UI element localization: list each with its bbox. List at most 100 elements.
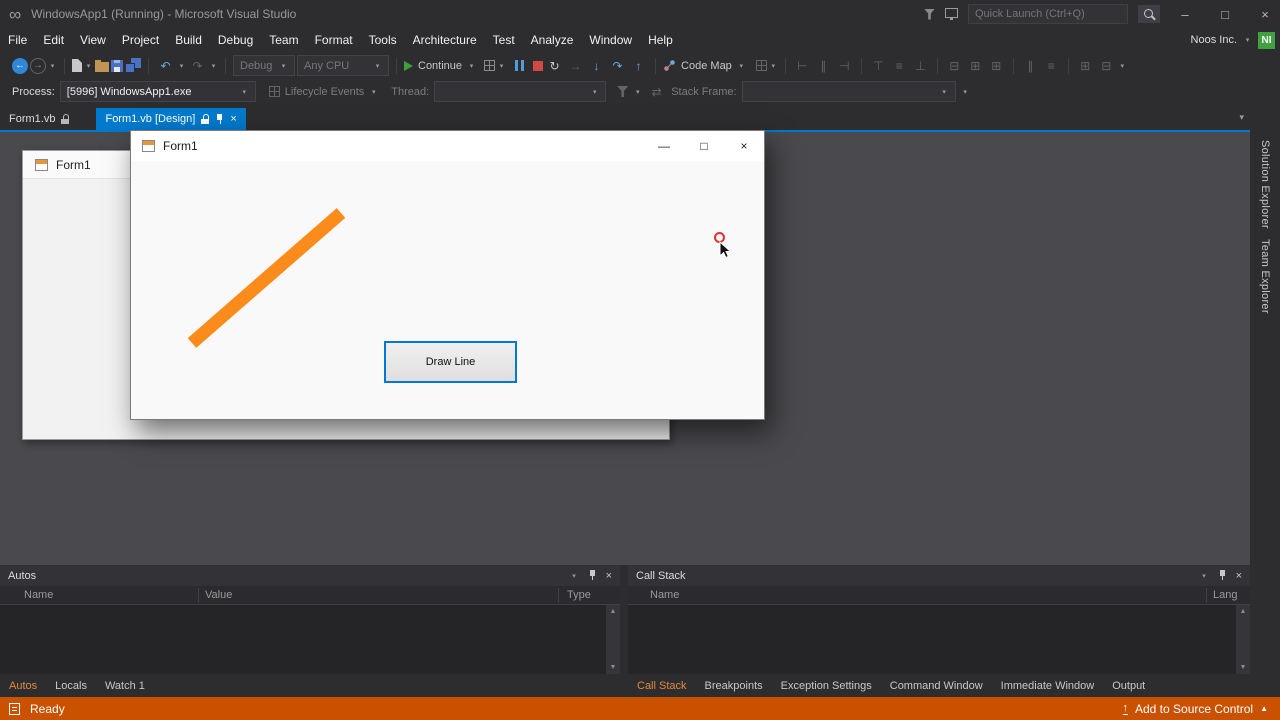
tab-breakpoints[interactable]: Breakpoints xyxy=(696,680,772,692)
diagnostics-chevron-down-icon[interactable]: ▾ xyxy=(497,62,506,70)
send-feedback-icon[interactable] xyxy=(945,8,958,20)
same-height-icon[interactable]: ⊞ xyxy=(966,60,985,72)
align-centers-icon[interactable]: ∥ xyxy=(814,60,833,72)
scroll-up-icon[interactable]: ▲ xyxy=(610,605,617,618)
live-visual-tree-icon[interactable] xyxy=(755,60,767,71)
close-button[interactable]: × xyxy=(1250,0,1280,28)
pin-icon[interactable] xyxy=(1218,570,1227,581)
restart-button[interactable]: ↻ xyxy=(545,60,564,72)
toggle-flagged-threads-icon[interactable]: ⇄ xyxy=(647,86,666,98)
minimize-button[interactable]: – xyxy=(1170,0,1200,28)
diagnostics-icon[interactable] xyxy=(484,60,496,71)
tab-form1-vb[interactable]: Form1.vb xyxy=(0,108,78,130)
navigate-back-button[interactable]: ← xyxy=(12,57,28,74)
lifecycle-events-button[interactable]: Lifecycle Events xyxy=(285,86,364,98)
solution-configuration-dropdown[interactable]: Debug ▾ xyxy=(233,55,295,76)
column-name[interactable]: Name xyxy=(650,589,679,601)
debugbar-overflow-chevron-icon[interactable]: ▾ xyxy=(961,88,970,96)
tab-form1-vb-design[interactable]: Form1.vb [Design] × xyxy=(96,108,246,130)
quick-launch-input[interactable] xyxy=(969,8,1127,20)
menu-window[interactable]: Window xyxy=(581,28,640,52)
menu-format[interactable]: Format xyxy=(307,28,361,52)
tab-locals[interactable]: Locals xyxy=(46,680,96,692)
menu-edit[interactable]: Edit xyxy=(35,28,72,52)
window-position-chevron-icon[interactable]: ▾ xyxy=(570,572,579,580)
quick-launch-search-button[interactable] xyxy=(1138,5,1160,23)
sidebar-tab-solution-explorer[interactable]: Solution Explorer xyxy=(1259,140,1271,229)
step-out-button[interactable]: ↑ xyxy=(629,60,648,72)
same-size-icon[interactable]: ⊞ xyxy=(987,60,1006,72)
column-name[interactable]: Name xyxy=(24,589,53,601)
column-type[interactable]: Type xyxy=(567,589,591,601)
autos-panel-header[interactable]: Autos ▾ × xyxy=(0,565,620,586)
restore-button[interactable]: □ xyxy=(1210,0,1240,28)
tab-exception-settings[interactable]: Exception Settings xyxy=(772,680,881,692)
code-map-button[interactable]: Code Map xyxy=(681,60,732,72)
undo-icon[interactable]: ↶ xyxy=(156,60,175,72)
navigate-forward-button[interactable]: → xyxy=(30,57,46,74)
call-stack-panel-header[interactable]: Call Stack ▾ × xyxy=(628,565,1250,586)
align-tops-icon[interactable]: ⊤ xyxy=(869,60,888,72)
autos-scrollbar[interactable]: ▲ ▼ xyxy=(606,605,620,674)
column-value[interactable]: Value xyxy=(205,589,232,601)
document-list-chevron-icon[interactable]: ▾ xyxy=(1239,112,1244,123)
lifecycle-events-icon[interactable] xyxy=(268,86,280,97)
close-panel-icon[interactable]: × xyxy=(606,570,612,582)
sidebar-tab-team-explorer[interactable]: Team Explorer xyxy=(1259,239,1271,314)
scroll-down-icon[interactable]: ▼ xyxy=(1240,661,1247,674)
step-into-button[interactable]: ↓ xyxy=(587,60,606,72)
undo-chevron-down-icon[interactable]: ▾ xyxy=(177,62,186,70)
tab-output[interactable]: Output xyxy=(1103,680,1154,692)
code-map-icon[interactable] xyxy=(663,59,676,72)
menu-tools[interactable]: Tools xyxy=(361,28,405,52)
scroll-down-icon[interactable]: ▼ xyxy=(610,661,617,674)
code-map-chevron-down-icon[interactable]: ▾ xyxy=(737,62,746,70)
close-panel-icon[interactable]: × xyxy=(1236,570,1242,582)
navigation-chevron-down-icon[interactable]: ▾ xyxy=(48,62,57,70)
title-bar[interactable]: ∞ WindowsApp1 (Running) - Microsoft Visu… xyxy=(0,0,1280,28)
show-next-statement-icon[interactable]: → xyxy=(566,60,585,72)
column-lang[interactable]: Lang xyxy=(1213,589,1237,601)
account-name[interactable]: Noos Inc. xyxy=(1191,34,1237,46)
same-width-icon[interactable]: ⊟ xyxy=(945,60,964,72)
align-rights-icon[interactable]: ⊣ xyxy=(835,60,854,72)
save-icon[interactable] xyxy=(111,59,123,72)
pin-icon[interactable] xyxy=(588,570,597,581)
lifecycle-events-chevron-down-icon[interactable]: ▾ xyxy=(369,88,378,96)
tab-watch-1[interactable]: Watch 1 xyxy=(96,680,154,692)
menu-architecture[interactable]: Architecture xyxy=(405,28,485,52)
horizontal-spacing-icon[interactable]: ∥ xyxy=(1021,60,1040,72)
app-minimize-button[interactable]: — xyxy=(644,131,684,161)
tab-command-window[interactable]: Command Window xyxy=(881,680,992,692)
menu-view[interactable]: View xyxy=(72,28,114,52)
account-avatar[interactable]: NI xyxy=(1258,31,1275,49)
continue-button[interactable]: Continue xyxy=(418,60,462,72)
app-close-button[interactable]: × xyxy=(724,131,764,161)
menu-file[interactable]: File xyxy=(0,28,35,52)
add-to-source-control[interactable]: ↑ Add to Source Control ▲ xyxy=(1122,702,1268,716)
window-position-chevron-icon[interactable]: ▾ xyxy=(1200,572,1209,580)
thread-dropdown[interactable]: ▾ xyxy=(434,81,607,102)
live-visual-tree-chevron-down-icon[interactable]: ▾ xyxy=(769,62,778,70)
tab-autos[interactable]: Autos xyxy=(0,680,46,692)
app-maximize-button[interactable]: □ xyxy=(684,131,724,161)
continue-chevron-down-icon[interactable]: ▾ xyxy=(467,62,476,70)
new-file-chevron-down-icon[interactable]: ▾ xyxy=(84,62,93,70)
process-dropdown[interactable]: [5996] WindowsApp1.exe ▾ xyxy=(59,81,256,102)
step-over-button[interactable]: ↷ xyxy=(608,60,627,72)
break-all-button[interactable] xyxy=(515,60,525,71)
quick-launch-box[interactable] xyxy=(968,4,1128,24)
call-stack-scrollbar[interactable]: ▲ ▼ xyxy=(1236,605,1250,674)
redo-icon[interactable]: ↷ xyxy=(188,60,207,72)
filter-threads-icon[interactable] xyxy=(617,86,629,97)
tab-call-stack[interactable]: Call Stack xyxy=(628,680,696,692)
menu-build[interactable]: Build xyxy=(167,28,210,52)
menu-project[interactable]: Project xyxy=(114,28,167,52)
menu-debug[interactable]: Debug xyxy=(210,28,261,52)
save-all-icon[interactable] xyxy=(125,58,141,73)
redo-chevron-down-icon[interactable]: ▾ xyxy=(209,62,218,70)
menu-analyze[interactable]: Analyze xyxy=(523,28,582,52)
pin-icon[interactable] xyxy=(215,113,224,125)
stop-debugging-button[interactable] xyxy=(533,60,544,71)
align-middles-icon[interactable]: ≡ xyxy=(890,60,909,72)
